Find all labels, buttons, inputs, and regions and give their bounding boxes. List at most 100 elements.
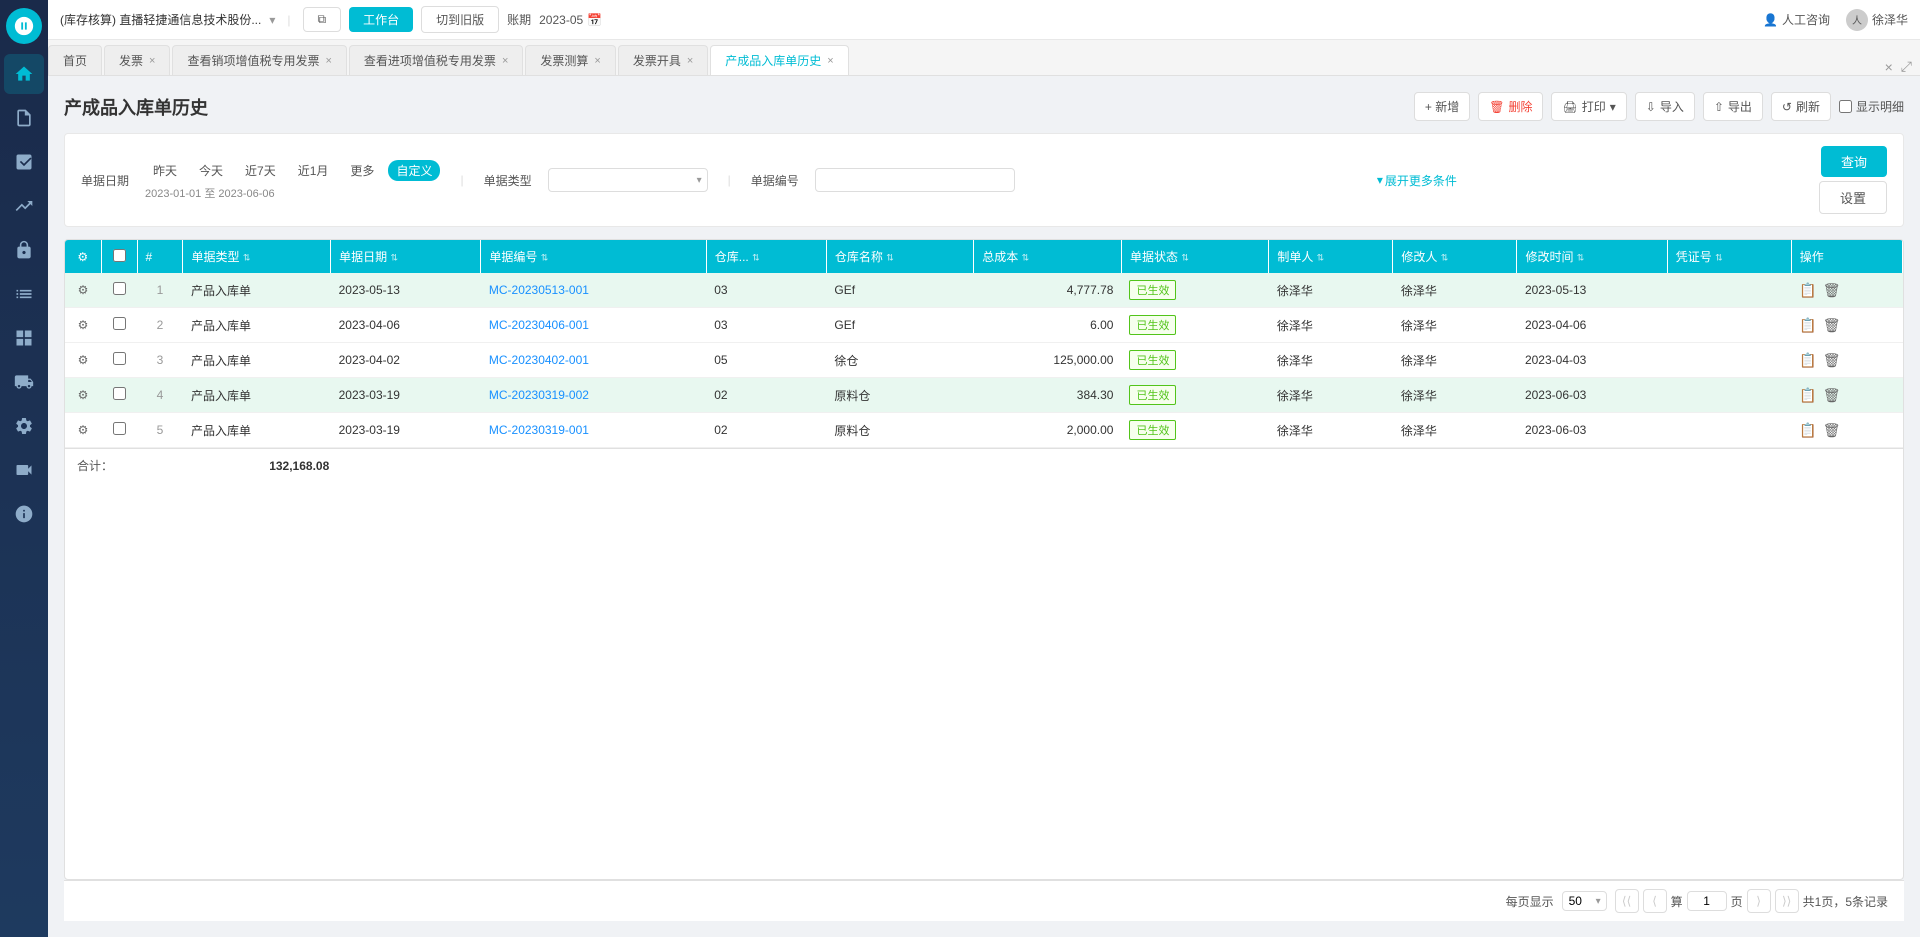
row-code-link[interactable]: MC-20230513-001	[489, 283, 589, 297]
row-code-link[interactable]: MC-20230319-002	[489, 388, 589, 402]
tab-product-in[interactable]: 产成品入库单历史 ×	[710, 45, 848, 75]
expand-btn[interactable]: ▾ 展开更多条件	[1377, 172, 1457, 189]
new-button[interactable]: + 新增	[1414, 92, 1470, 121]
tab-close-check-output[interactable]: ×	[325, 55, 331, 67]
tab-home[interactable]: 首页	[48, 45, 102, 75]
print-dropdown-icon[interactable]: ▾	[1610, 100, 1616, 114]
switch-version-button[interactable]: 切到旧版	[421, 6, 499, 33]
th-creator[interactable]: 制单人 ⇅	[1269, 240, 1393, 273]
row-code[interactable]: MC-20230513-001	[481, 273, 706, 308]
shortcut-more[interactable]: 更多	[342, 160, 382, 181]
row-check[interactable]	[101, 273, 137, 308]
th-code[interactable]: 单据编号 ⇅	[481, 240, 706, 273]
edit-icon[interactable]: 📋	[1799, 282, 1816, 299]
row-settings[interactable]: ⚙	[65, 308, 101, 343]
prev-page-button[interactable]: ⟨	[1643, 889, 1667, 913]
user-service[interactable]: 👤 人工咨询	[1763, 11, 1830, 28]
print-button[interactable]: 🖨 打印 ▾	[1551, 92, 1626, 121]
shortcut-today[interactable]: 今天	[191, 160, 231, 181]
tab-expand[interactable]: ⤢	[1901, 58, 1912, 75]
th-warehouse-code[interactable]: 仓库... ⇅	[706, 240, 826, 273]
th-check[interactable]	[101, 240, 137, 273]
sidebar-item-chart[interactable]	[4, 142, 44, 182]
th-modifier[interactable]: 修改人 ⇅	[1393, 240, 1517, 273]
tab-close-calc[interactable]: ×	[594, 55, 600, 67]
row-settings[interactable]: ⚙	[65, 273, 101, 308]
delete-row-icon[interactable]: 🗑	[1823, 422, 1841, 439]
next-page-button[interactable]: ⟩	[1747, 889, 1771, 913]
row-code-link[interactable]: MC-20230402-001	[489, 353, 589, 367]
refresh-button[interactable]: ↺ 刷新	[1771, 92, 1831, 121]
delete-button[interactable]: 🗑 删除	[1478, 92, 1543, 121]
th-total-cost[interactable]: 总成本 ⇅	[974, 240, 1122, 273]
sidebar-item-version[interactable]	[4, 494, 44, 534]
sidebar-item-warehouse[interactable]	[4, 362, 44, 402]
tab-close-product-in[interactable]: ×	[827, 55, 833, 67]
tab-close-check-input[interactable]: ×	[502, 55, 508, 67]
th-date[interactable]: 单据日期 ⇅	[331, 240, 481, 273]
sidebar-item-analytics[interactable]	[4, 186, 44, 226]
page-number-input[interactable]	[1687, 891, 1727, 911]
shortcut-yesterday[interactable]: 昨天	[145, 160, 185, 181]
th-type[interactable]: 单据类型 ⇅	[183, 240, 331, 273]
delete-row-icon[interactable]: 🗑	[1823, 387, 1841, 404]
show-detail-toggle[interactable]: 显示明细	[1839, 98, 1904, 115]
delete-row-icon[interactable]: 🗑	[1823, 282, 1841, 299]
workbench-button[interactable]: 工作台	[349, 7, 413, 32]
query-button[interactable]: 查询	[1821, 146, 1887, 177]
type-select[interactable]	[548, 168, 708, 192]
sidebar-item-lock[interactable]	[4, 230, 44, 270]
sidebar-item-grid[interactable]	[4, 318, 44, 358]
row-checkbox[interactable]	[113, 317, 126, 330]
sidebar-item-docs[interactable]	[4, 98, 44, 138]
th-modify-time[interactable]: 修改时间 ⇅	[1517, 240, 1667, 273]
edit-icon[interactable]: 📋	[1799, 422, 1816, 439]
tab-close-all[interactable]: ×	[1885, 59, 1893, 75]
row-checkbox[interactable]	[113, 422, 126, 435]
tab-close-invoice[interactable]: ×	[149, 55, 155, 67]
row-code[interactable]: MC-20230319-001	[481, 413, 706, 448]
tab-check-output[interactable]: 查看销项增值税专用发票 ×	[172, 45, 346, 75]
edit-icon[interactable]: 📋	[1799, 317, 1816, 334]
export-button[interactable]: ⇧ 导出	[1703, 92, 1763, 121]
row-check[interactable]	[101, 413, 137, 448]
row-checkbox[interactable]	[113, 352, 126, 365]
shortcut-1month[interactable]: 近1月	[290, 160, 337, 181]
sidebar-item-video[interactable]	[4, 450, 44, 490]
delete-row-icon[interactable]: 🗑	[1823, 352, 1841, 369]
row-checkbox[interactable]	[113, 282, 126, 295]
row-code-link[interactable]: MC-20230319-001	[489, 423, 589, 437]
th-warehouse-name[interactable]: 仓库名称 ⇅	[826, 240, 973, 273]
delete-row-icon[interactable]: 🗑	[1823, 317, 1841, 334]
row-settings[interactable]: ⚙	[65, 378, 101, 413]
copy-btn[interactable]: ⧉	[303, 7, 342, 32]
row-code[interactable]: MC-20230319-002	[481, 378, 706, 413]
reset-button[interactable]: 设置	[1819, 181, 1887, 214]
edit-icon[interactable]: 📋	[1799, 387, 1816, 404]
company-dropdown-icon[interactable]: ▾	[269, 13, 275, 27]
first-page-button[interactable]: ⟨⟨	[1615, 889, 1639, 913]
row-settings[interactable]: ⚙	[65, 413, 101, 448]
row-check[interactable]	[101, 308, 137, 343]
show-detail-checkbox[interactable]	[1839, 100, 1852, 113]
row-checkbox[interactable]	[113, 387, 126, 400]
per-page-select[interactable]: 20 50 100	[1562, 891, 1607, 911]
tab-calc[interactable]: 发票测算 ×	[525, 45, 615, 75]
last-page-button[interactable]: ⟩⟩	[1775, 889, 1799, 913]
row-settings[interactable]: ⚙	[65, 343, 101, 378]
row-code-link[interactable]: MC-20230406-001	[489, 318, 589, 332]
user-avatar[interactable]: 人 徐泽华	[1846, 9, 1908, 31]
th-voucher[interactable]: 凭证号 ⇅	[1667, 240, 1791, 273]
row-check[interactable]	[101, 378, 137, 413]
shortcut-7days[interactable]: 近7天	[237, 160, 284, 181]
edit-icon[interactable]: 📋	[1799, 352, 1816, 369]
import-button[interactable]: ⇩ 导入	[1635, 92, 1695, 121]
code-input[interactable]	[815, 168, 1015, 192]
calendar-icon[interactable]: 📅	[587, 13, 602, 27]
row-code[interactable]: MC-20230402-001	[481, 343, 706, 378]
select-all-checkbox[interactable]	[113, 249, 126, 262]
sidebar-item-list[interactable]	[4, 274, 44, 314]
row-check[interactable]	[101, 343, 137, 378]
tab-check-input[interactable]: 查看进项增值税专用发票 ×	[349, 45, 523, 75]
tab-open[interactable]: 发票开具 ×	[618, 45, 708, 75]
